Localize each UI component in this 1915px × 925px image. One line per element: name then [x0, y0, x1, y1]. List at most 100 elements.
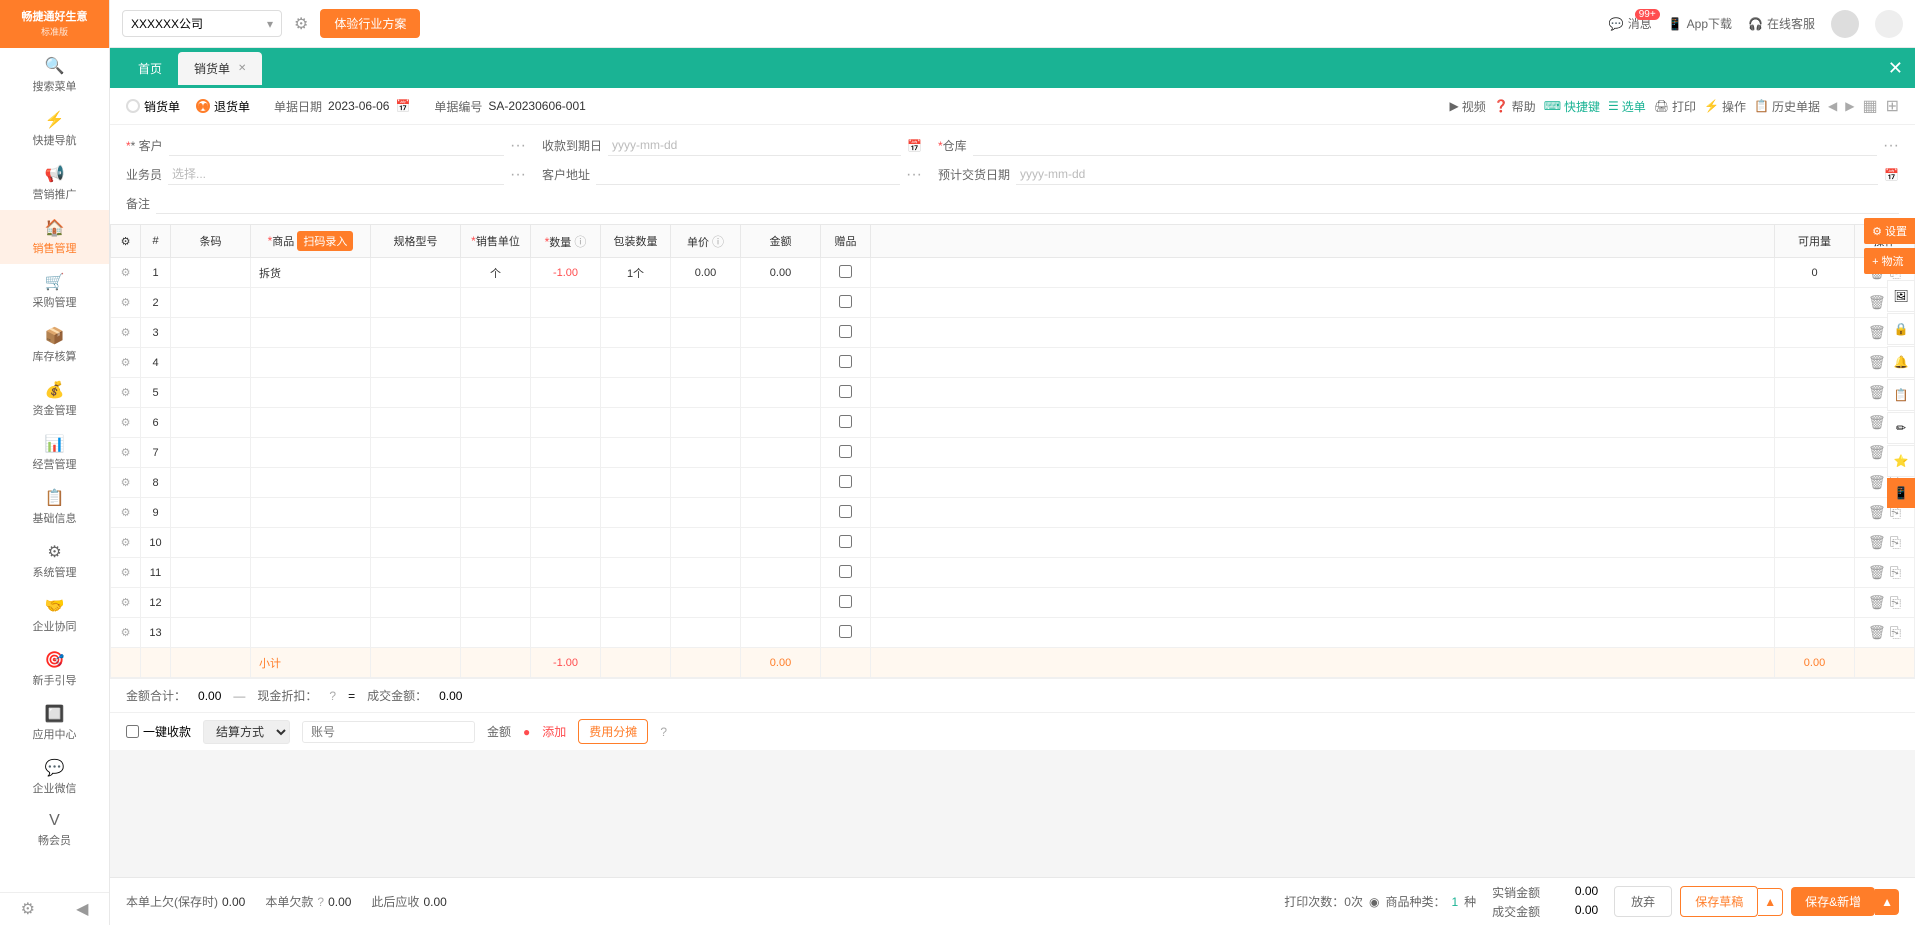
row-spec-cell[interactable] — [371, 618, 461, 648]
row-product-cell[interactable] — [251, 318, 371, 348]
row-amount-cell[interactable] — [741, 468, 821, 498]
row-pack-qty-cell[interactable] — [601, 588, 671, 618]
customer-picker-icon[interactable]: ··· — [510, 137, 526, 155]
row-spec-cell[interactable] — [371, 318, 461, 348]
row-remark-cell[interactable] — [871, 288, 1775, 318]
row-amount-cell[interactable] — [741, 558, 821, 588]
gift-checkbox[interactable] — [839, 535, 852, 548]
row-price-cell[interactable] — [671, 468, 741, 498]
row-product-cell[interactable]: 拆货 — [251, 258, 371, 288]
print-link[interactable]: 🖨 打印 — [1654, 98, 1696, 115]
row-barcode-cell[interactable] — [171, 468, 251, 498]
sidebar-item-quick-nav[interactable]: ⚡ 快捷导航 — [0, 102, 109, 156]
tab-home[interactable]: 首页 — [122, 52, 178, 85]
row-remark-cell[interactable] — [871, 528, 1775, 558]
row-unit-cell[interactable] — [461, 318, 531, 348]
delete-row-icon[interactable]: 🗑 — [1868, 504, 1886, 521]
row-qty-cell[interactable] — [531, 588, 601, 618]
row-price-cell[interactable] — [671, 558, 741, 588]
row-gift-cell[interactable] — [821, 348, 871, 378]
qty-info-icon[interactable]: ⓘ — [574, 235, 586, 249]
row-unit-cell[interactable] — [461, 498, 531, 528]
row-gift-cell[interactable] — [821, 408, 871, 438]
row-amount-cell[interactable] — [741, 408, 821, 438]
row-unit-cell[interactable] — [461, 468, 531, 498]
save-draft-chevron[interactable]: ▲ — [1758, 888, 1783, 916]
row-product-cell[interactable] — [251, 528, 371, 558]
copy-row-icon[interactable]: ⎘ — [1890, 534, 1901, 551]
row-qty-cell[interactable] — [531, 318, 601, 348]
sidebar-item-management[interactable]: 📊 经营管理 — [0, 426, 109, 480]
expected-calendar-icon[interactable]: 📅 — [1884, 168, 1899, 182]
row-gift-cell[interactable] — [821, 558, 871, 588]
gift-checkbox[interactable] — [839, 325, 852, 338]
sidebar-item-wechat[interactable]: 💬 企业微信 — [0, 750, 109, 804]
row-remark-cell[interactable] — [871, 558, 1775, 588]
float-btn-5[interactable]: ✏ — [1887, 412, 1915, 444]
receive-date-input[interactable] — [608, 135, 901, 156]
row-price-cell[interactable] — [671, 288, 741, 318]
copy-row-icon[interactable]: ⎘ — [1890, 624, 1901, 641]
row-qty-cell[interactable] — [531, 438, 601, 468]
gift-checkbox[interactable] — [839, 385, 852, 398]
row-qty-cell[interactable] — [531, 288, 601, 318]
float-btn-4[interactable]: 📋 — [1887, 379, 1915, 411]
row-pack-qty-cell[interactable] — [601, 618, 671, 648]
delete-row-icon[interactable]: 🗑 — [1868, 414, 1886, 431]
row-qty-cell[interactable] — [531, 498, 601, 528]
row-gift-cell[interactable] — [821, 618, 871, 648]
price-info-icon[interactable]: ⓘ — [712, 235, 724, 249]
row-amount-cell[interactable] — [741, 618, 821, 648]
close-all-icon[interactable]: ✕ — [1888, 58, 1903, 78]
row-pack-qty-cell[interactable] — [601, 318, 671, 348]
row-remark-cell[interactable] — [871, 318, 1775, 348]
discount-help-icon[interactable]: ? — [329, 689, 336, 703]
row-pack-qty-cell[interactable] — [601, 288, 671, 318]
row-pack-qty-cell[interactable] — [601, 378, 671, 408]
row-gift-cell[interactable] — [821, 288, 871, 318]
delete-row-icon[interactable]: 🗑 — [1868, 324, 1886, 341]
customer-input[interactable] — [169, 135, 504, 156]
row-unit-cell[interactable] — [461, 408, 531, 438]
collapse-icon[interactable]: ◀ — [76, 899, 88, 919]
row-barcode-cell[interactable] — [171, 408, 251, 438]
row-spec-cell[interactable] — [371, 258, 461, 288]
row-gift-cell[interactable] — [821, 258, 871, 288]
row-remark-cell[interactable] — [871, 348, 1775, 378]
row-product-cell[interactable] — [251, 498, 371, 528]
row-gift-cell[interactable] — [821, 318, 871, 348]
row-price-cell[interactable] — [671, 378, 741, 408]
account-input[interactable] — [302, 721, 475, 743]
save-new-chevron[interactable]: ▲ — [1875, 889, 1899, 915]
shortcut-link[interactable]: ⌨ 快捷键 — [1544, 98, 1600, 115]
row-pack-qty-cell[interactable]: 1个 — [601, 258, 671, 288]
gift-checkbox[interactable] — [839, 265, 852, 278]
row-product-cell[interactable] — [251, 558, 371, 588]
row-barcode-cell[interactable] — [171, 528, 251, 558]
row-qty-cell[interactable] — [531, 558, 601, 588]
delete-row-icon[interactable]: 🗑 — [1868, 444, 1886, 461]
row-qty-cell[interactable] — [531, 618, 601, 648]
gift-checkbox[interactable] — [839, 355, 852, 368]
sidebar-item-guide[interactable]: 🎯 新手引导 — [0, 642, 109, 696]
product-kind-radio[interactable]: ◉ — [1369, 895, 1379, 909]
sidebar-item-sales[interactable]: 🏠 销售管理 — [0, 210, 109, 264]
app-download-button[interactable]: 📱 App下载 — [1668, 15, 1732, 32]
delete-row-icon[interactable]: 🗑 — [1868, 384, 1886, 401]
row-barcode-cell[interactable] — [171, 498, 251, 528]
float-btn-2[interactable]: 🔒 — [1887, 313, 1915, 345]
gift-checkbox[interactable] — [839, 295, 852, 308]
one-payment-check-input[interactable] — [126, 725, 139, 738]
row-unit-cell[interactable] — [461, 438, 531, 468]
trial-button[interactable]: 体验行业方案 — [320, 9, 420, 38]
row-unit-cell[interactable] — [461, 588, 531, 618]
tab-sales-order[interactable]: 销货单 ✕ — [178, 52, 262, 85]
save-new-button[interactable]: 保存&新增 — [1791, 887, 1875, 916]
sidebar-item-search[interactable]: 🔍 搜索菜单 — [0, 48, 109, 102]
row-price-cell[interactable] — [671, 348, 741, 378]
copy-row-icon[interactable]: ⎘ — [1890, 564, 1901, 581]
delete-row-icon[interactable]: 🗑 — [1868, 294, 1886, 311]
settings-button[interactable]: ⚙ 设置 — [1864, 218, 1915, 244]
delete-row-icon[interactable]: 🗑 — [1868, 564, 1886, 581]
row-amount-cell[interactable] — [741, 288, 821, 318]
